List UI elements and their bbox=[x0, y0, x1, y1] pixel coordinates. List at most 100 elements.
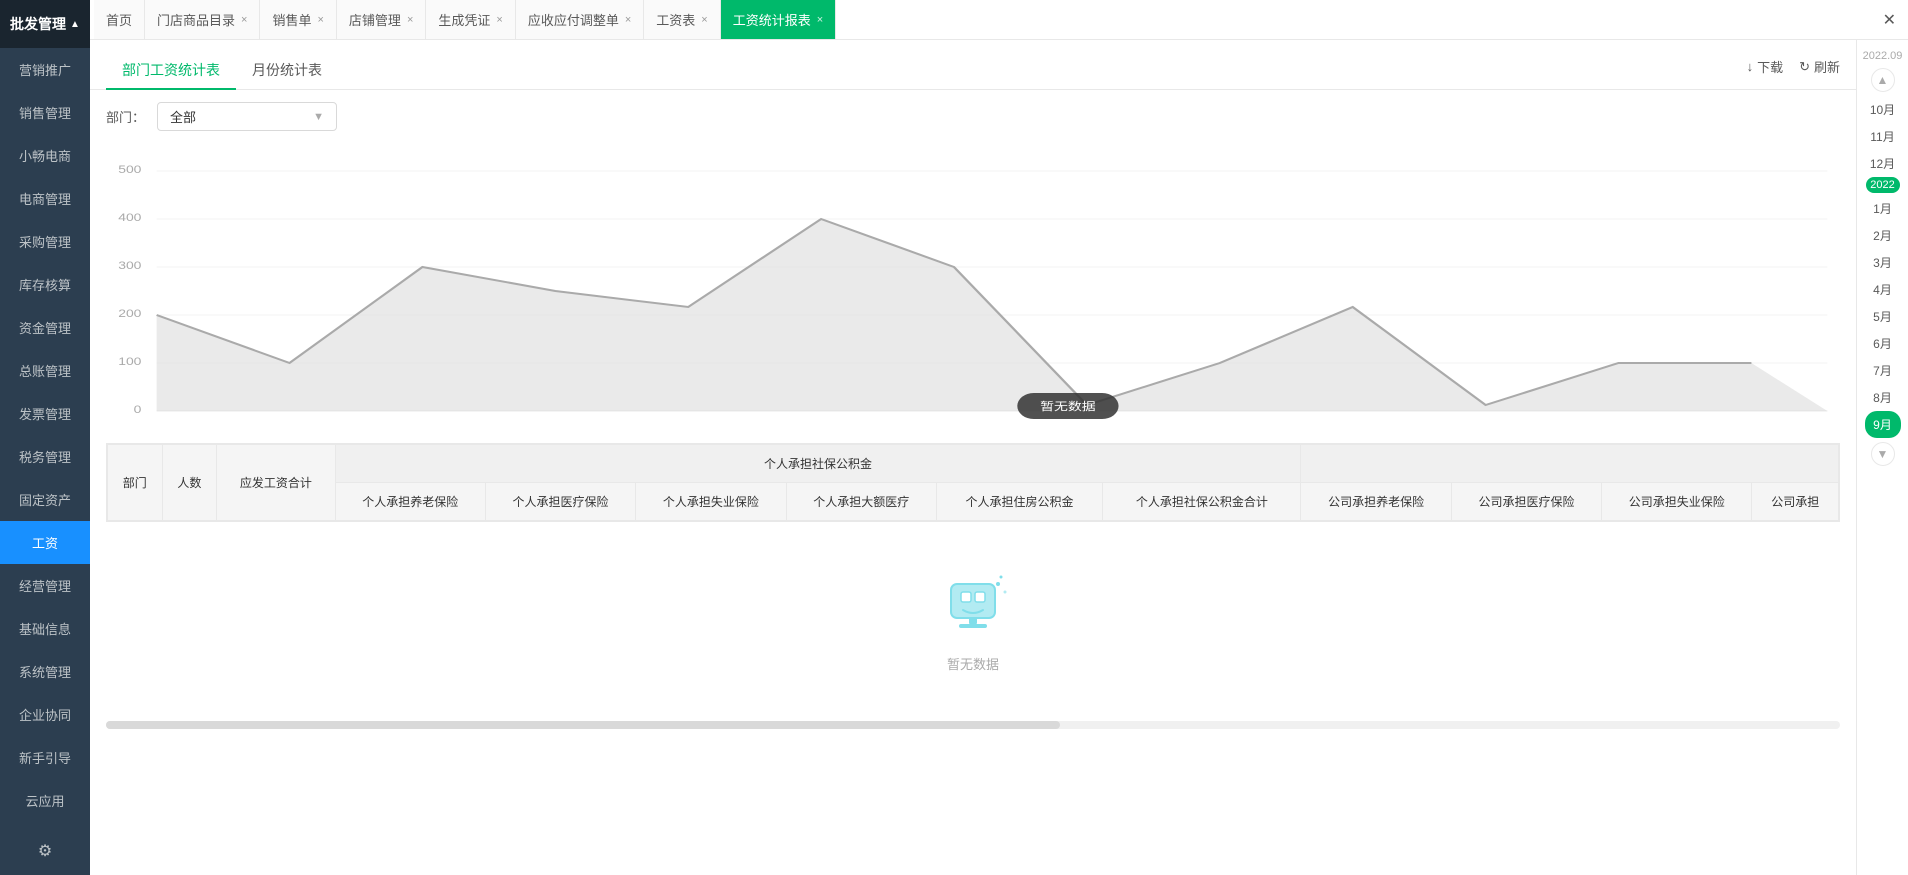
tab-close-3[interactable]: × bbox=[407, 14, 413, 26]
svg-text:0: 0 bbox=[134, 403, 142, 415]
page-content: 部门工资统计表 月份统计表 ↓ 下载 ↻ 刷新 部门： bbox=[90, 40, 1856, 875]
timeline-month-12[interactable]: 12月 bbox=[1857, 150, 1908, 177]
empty-state: 暂无数据 bbox=[90, 522, 1856, 713]
timeline-month-7[interactable]: 7月 bbox=[1857, 357, 1908, 384]
chart-area: 0 100 200 300 400 500 bbox=[90, 143, 1856, 443]
col-personal-unemployment: 个人承担失业保险 bbox=[636, 483, 786, 521]
col-personal-pension: 个人承担养老保险 bbox=[335, 483, 485, 521]
sidebar-item-13[interactable]: 基础信息 bbox=[0, 607, 90, 650]
tab-close-4[interactable]: × bbox=[496, 14, 502, 26]
sidebar-item-7[interactable]: 总账管理 bbox=[0, 349, 90, 392]
tab-month-stats[interactable]: 月份统计表 bbox=[236, 52, 338, 90]
refresh-button[interactable]: ↻ 刷新 bbox=[1799, 57, 1840, 76]
sub-tab-bar: 部门工资统计表 月份统计表 ↓ 下载 ↻ 刷新 bbox=[90, 40, 1856, 90]
svg-text:400: 400 bbox=[118, 211, 141, 223]
sidebar-items: 营销推广销售管理小畅电商电商管理采购管理库存核算资金管理总账管理发票管理税务管理… bbox=[0, 48, 90, 822]
tab-close-6[interactable]: × bbox=[701, 14, 707, 26]
table-container: 部门 人数 应发工资合计 个人承担社保公积金 个人承担养老保险 个人承担医疗保险… bbox=[106, 443, 1840, 522]
tab-close-1[interactable]: × bbox=[241, 14, 247, 26]
sidebar-item-6[interactable]: 资金管理 bbox=[0, 306, 90, 349]
timeline-month-10[interactable]: 10月 bbox=[1857, 96, 1908, 123]
timeline-year-2022-marker: 2022 bbox=[1866, 177, 1900, 193]
filter-bar: 部门： 全部 ▼ bbox=[90, 90, 1856, 143]
sidebar-item-17[interactable]: 云应用 bbox=[0, 779, 90, 822]
sidebar-title: 批发管理 bbox=[10, 14, 66, 34]
horizontal-scrollbar[interactable] bbox=[106, 721, 1840, 729]
sidebar-item-11[interactable]: 工资 bbox=[0, 521, 90, 564]
salary-table: 部门 人数 应发工资合计 个人承担社保公积金 个人承担养老保险 个人承担医疗保险… bbox=[107, 444, 1839, 521]
refresh-icon: ↻ bbox=[1799, 59, 1810, 75]
sub-tab-actions: ↓ 下载 ↻ 刷新 bbox=[1747, 57, 1840, 84]
close-all-tabs-button[interactable]: ✕ bbox=[1871, 0, 1908, 40]
empty-illustration bbox=[933, 562, 1013, 642]
scrollbar-thumb[interactable] bbox=[106, 721, 1060, 729]
svg-text:100: 100 bbox=[118, 355, 141, 367]
sidebar-item-14[interactable]: 系统管理 bbox=[0, 650, 90, 693]
sidebar-item-16[interactable]: 新手引导 bbox=[0, 736, 90, 779]
timeline-panel: 2022.09 ▲ 10月 11月 12月 2022 1月 2月 3月 4月 5… bbox=[1856, 40, 1908, 875]
timeline-month-8[interactable]: 8月 bbox=[1857, 384, 1908, 411]
sidebar-item-12[interactable]: 经营管理 bbox=[0, 564, 90, 607]
timeline-month-1[interactable]: 1月 bbox=[1857, 195, 1908, 222]
col-company-other: 公司承担 bbox=[1752, 483, 1839, 521]
tab-item-0[interactable]: 首页 bbox=[94, 0, 145, 40]
sidebar-item-15[interactable]: 企业协同 bbox=[0, 693, 90, 736]
department-select[interactable]: 全部 ▼ bbox=[157, 102, 337, 131]
content-area: 部门工资统计表 月份统计表 ↓ 下载 ↻ 刷新 部门： bbox=[90, 40, 1908, 875]
line-chart: 0 100 200 300 400 500 bbox=[106, 143, 1840, 423]
timeline-up-button[interactable]: ▲ bbox=[1871, 68, 1895, 92]
col-company-pension: 公司承担养老保险 bbox=[1301, 483, 1451, 521]
main-area: 首页门店商品目录×销售单×店铺管理×生成凭证×应收应付调整单×工资表×工资统计报… bbox=[90, 0, 1908, 875]
tab-item-1[interactable]: 门店商品目录× bbox=[145, 0, 260, 40]
timeline-month-9[interactable]: 9月 bbox=[1865, 411, 1901, 438]
filter-label: 部门： bbox=[106, 107, 145, 126]
sidebar-item-8[interactable]: 发票管理 bbox=[0, 392, 90, 435]
timeline-month-5[interactable]: 5月 bbox=[1857, 303, 1908, 330]
tab-item-6[interactable]: 工资表× bbox=[644, 0, 720, 40]
sidebar-item-2[interactable]: 小畅电商 bbox=[0, 134, 90, 177]
sidebar-item-5[interactable]: 库存核算 bbox=[0, 263, 90, 306]
tab-dept-stats[interactable]: 部门工资统计表 bbox=[106, 52, 236, 90]
sidebar-item-0[interactable]: 营销推广 bbox=[0, 48, 90, 91]
col-dept: 部门 bbox=[108, 445, 163, 521]
tab-item-3[interactable]: 店铺管理× bbox=[337, 0, 426, 40]
svg-text:暂无数据: 暂无数据 bbox=[1040, 400, 1096, 412]
timeline-month-6[interactable]: 6月 bbox=[1857, 330, 1908, 357]
sidebar-item-3[interactable]: 电商管理 bbox=[0, 177, 90, 220]
sidebar-header[interactable]: 批发管理 ▲ bbox=[0, 0, 90, 48]
download-button[interactable]: ↓ 下载 bbox=[1747, 57, 1784, 76]
col-personal-medical: 个人承担医疗保险 bbox=[485, 483, 635, 521]
svg-text:300: 300 bbox=[118, 259, 141, 271]
timeline-month-4[interactable]: 4月 bbox=[1857, 276, 1908, 303]
timeline-month-3[interactable]: 3月 bbox=[1857, 249, 1908, 276]
col-company-group bbox=[1301, 445, 1839, 483]
tab-item-5[interactable]: 应收应付调整单× bbox=[516, 0, 644, 40]
timeline-year-2022-label: 2022.09 bbox=[1859, 48, 1907, 64]
tab-item-7[interactable]: 工资统计报表× bbox=[721, 0, 836, 40]
sub-tabs: 部门工资统计表 月份统计表 bbox=[106, 52, 338, 89]
col-personal-total: 个人承担社保公积金合计 bbox=[1103, 483, 1301, 521]
sidebar-item-10[interactable]: 固定资产 bbox=[0, 478, 90, 521]
tab-item-2[interactable]: 销售单× bbox=[260, 0, 336, 40]
tab-close-7[interactable]: × bbox=[817, 14, 823, 26]
timeline-month-11[interactable]: 11月 bbox=[1857, 123, 1908, 150]
sidebar-item-1[interactable]: 销售管理 bbox=[0, 91, 90, 134]
col-personal-group: 个人承担社保公积金 bbox=[335, 445, 1301, 483]
col-personal-major-medical: 个人承担大额医疗 bbox=[786, 483, 936, 521]
tab-close-5[interactable]: × bbox=[625, 14, 631, 26]
settings-icon[interactable]: ⚙ bbox=[0, 827, 90, 875]
timeline-down-button[interactable]: ▼ bbox=[1871, 442, 1895, 466]
sidebar: 批发管理 ▲ 营销推广销售管理小畅电商电商管理采购管理库存核算资金管理总账管理发… bbox=[0, 0, 90, 875]
chevron-down-icon: ▼ bbox=[313, 111, 324, 123]
tab-item-4[interactable]: 生成凭证× bbox=[426, 0, 515, 40]
sidebar-toggle-icon: ▲ bbox=[70, 19, 80, 30]
timeline-month-2[interactable]: 2月 bbox=[1857, 222, 1908, 249]
sidebar-item-4[interactable]: 采购管理 bbox=[0, 220, 90, 263]
tab-items: 首页门店商品目录×销售单×店铺管理×生成凭证×应收应付调整单×工资表×工资统计报… bbox=[94, 0, 1871, 40]
tab-close-2[interactable]: × bbox=[317, 14, 323, 26]
col-personal-housing: 个人承担住房公积金 bbox=[936, 483, 1102, 521]
col-count: 人数 bbox=[162, 445, 217, 521]
sidebar-item-9[interactable]: 税务管理 bbox=[0, 435, 90, 478]
empty-text: 暂无数据 bbox=[947, 654, 999, 673]
department-select-value: 全部 bbox=[170, 107, 196, 126]
